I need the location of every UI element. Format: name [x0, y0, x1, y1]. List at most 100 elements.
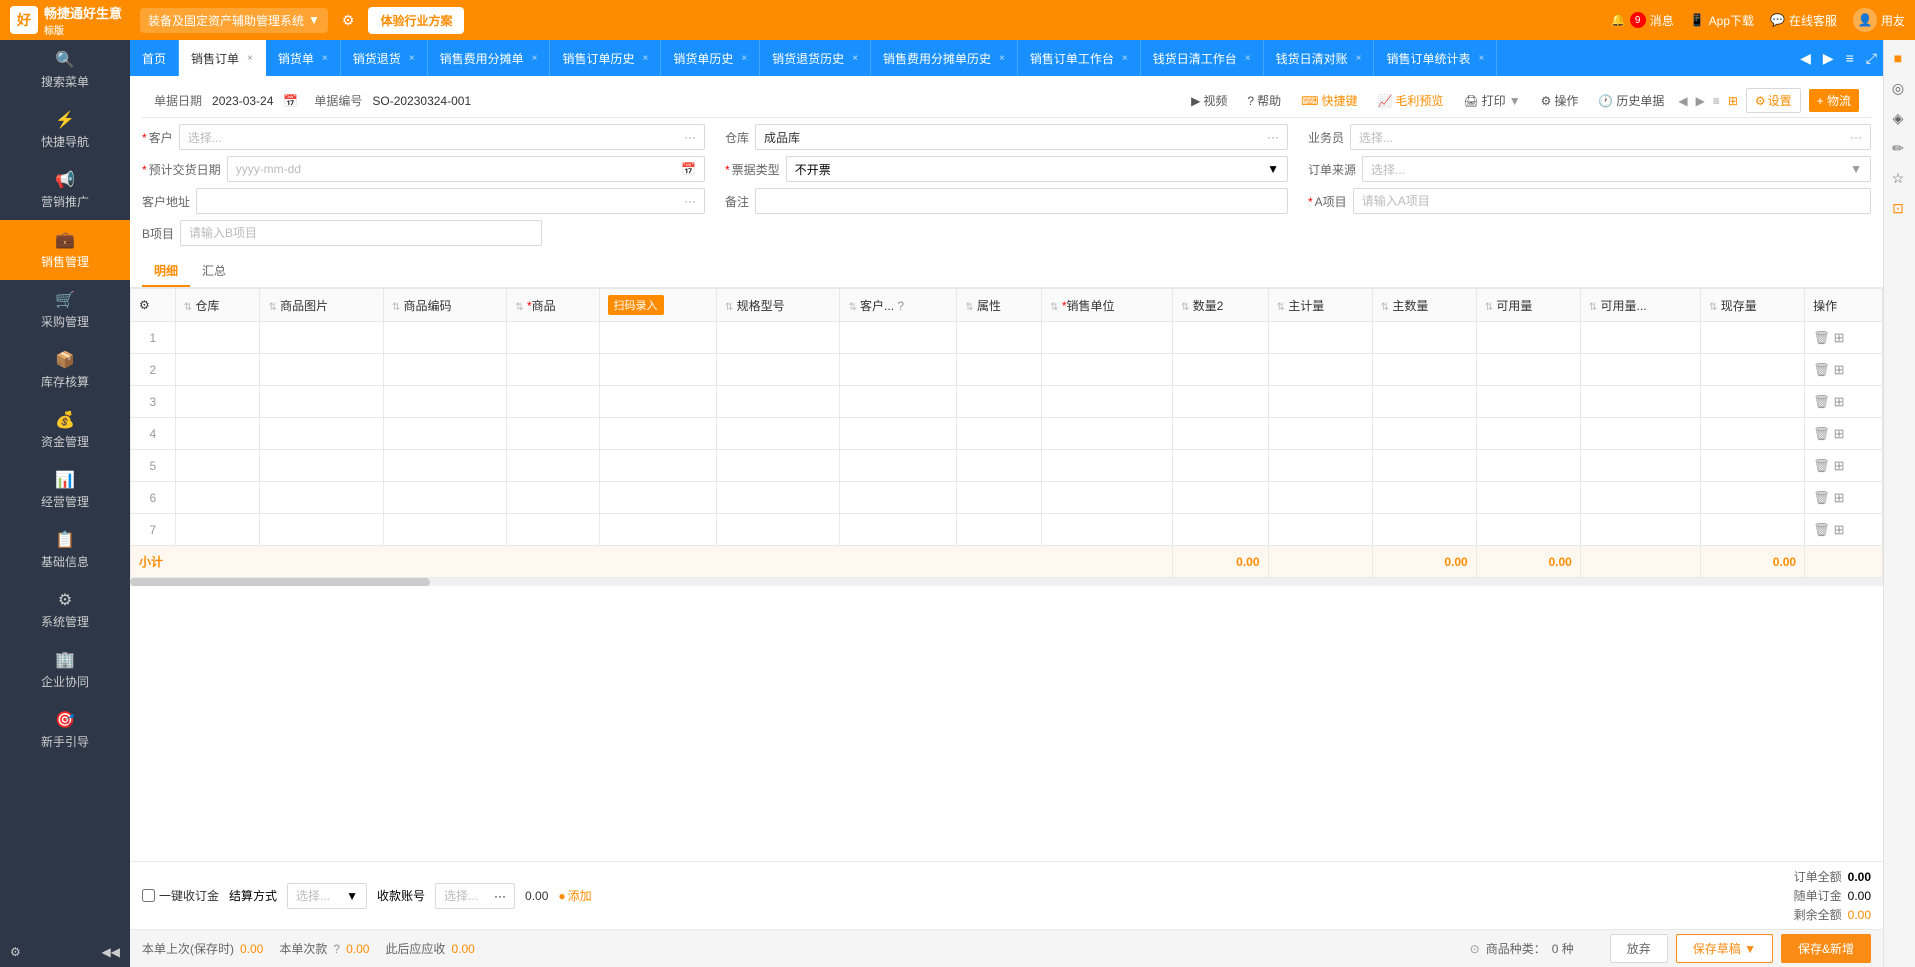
row-delete-icon[interactable]: 🗑 [1813, 522, 1830, 538]
tab-daily-clear[interactable]: 钱货日清工作台 × [1141, 40, 1264, 76]
app-download-item[interactable]: 📱 App下载 [1690, 12, 1754, 29]
tab-sales-return[interactable]: 销货退货 × [341, 40, 428, 76]
tab-return-history[interactable]: 销货退货历史 × [760, 40, 871, 76]
secondary-help-icon[interactable]: ? [333, 942, 340, 956]
one-click-deposit-checkbox[interactable]: 一键收订金 [142, 887, 219, 904]
row-copy-icon[interactable]: ⊞ [1834, 330, 1845, 346]
tab-sales-order[interactable]: 销售订单 × [179, 40, 266, 76]
sidebar-collapse-icon[interactable]: ◀◀ [102, 945, 120, 959]
invoice-select[interactable]: 不开票 ▼ [786, 156, 1288, 182]
notes-input[interactable] [755, 188, 1288, 214]
row-copy-icon[interactable]: ⊞ [1834, 426, 1845, 442]
help-customer-icon[interactable]: ? [897, 299, 904, 313]
tab-close-sales-expense[interactable]: × [532, 53, 538, 64]
row-copy-icon[interactable]: ⊞ [1834, 522, 1845, 538]
tab-close-sales-order-history[interactable]: × [642, 53, 648, 64]
sidebar-item-enterprise[interactable]: 🏢 企业协同 [0, 640, 130, 700]
tab-expense-history[interactable]: 销售费用分摊单历史 × [871, 40, 1018, 76]
delivery-input[interactable]: yyyy-mm-dd 📅 [227, 156, 705, 182]
online-service-item[interactable]: 💬 在线客服 [1770, 12, 1837, 29]
right-panel-btn-6[interactable]: ⊡ [1884, 194, 1912, 222]
sidebar-item-search[interactable]: 🔍 搜索菜单 [0, 40, 130, 100]
col-settings[interactable]: ⚙ [131, 289, 176, 322]
sidebar-item-quick-nav[interactable]: ⚡ 快捷导航 [0, 100, 130, 160]
warehouse-dots-icon[interactable]: ··· [1267, 130, 1279, 144]
account-select[interactable]: 选择... ··· [435, 883, 515, 909]
sidebar-item-marketing[interactable]: 📢 营销推广 [0, 160, 130, 220]
sort-icon-available[interactable]: ⇅ [1485, 302, 1493, 313]
user-item[interactable]: 👤 用友 [1853, 8, 1905, 32]
address-dots-icon[interactable]: ··· [684, 194, 696, 208]
product-count-icon[interactable]: ⊙ [1470, 942, 1480, 956]
tab-sales-bill[interactable]: 销货单 × [266, 40, 341, 76]
right-panel-btn-1[interactable]: ■ [1884, 44, 1912, 72]
scrollbar-track[interactable] [130, 578, 1883, 586]
system-title[interactable]: 装备及固定资产辅助管理系统 ▼ [140, 8, 328, 33]
tab-sales-expense[interactable]: 销售费用分摊单 × [428, 40, 551, 76]
sort-icon-current-stock[interactable]: ⇅ [1709, 302, 1717, 313]
row-delete-icon[interactable]: 🗑 [1813, 394, 1830, 410]
account-dots-icon[interactable]: ··· [494, 889, 506, 903]
add-material-button[interactable]: + 物流 [1809, 89, 1859, 112]
sort-icon-product-code[interactable]: ⇅ [392, 302, 400, 313]
tab-close-order-workbench[interactable]: × [1122, 53, 1128, 64]
row-delete-icon[interactable]: 🗑 [1813, 330, 1830, 346]
profit-btn[interactable]: 📈 毛利预览 [1371, 89, 1449, 112]
table-tab-summary[interactable]: 汇总 [190, 256, 238, 287]
sidebar-item-system[interactable]: ⚙ 系统管理 [0, 580, 130, 640]
scrollbar-thumb[interactable] [130, 578, 430, 586]
sort-icon-customer-code[interactable]: ⇅ [848, 302, 856, 313]
settlement-select[interactable]: 选择... ▼ [287, 883, 367, 909]
tab-next-btn[interactable]: ▶ [1817, 40, 1840, 76]
tab-close-reconcile[interactable]: × [1356, 53, 1362, 64]
add-payment-btn[interactable]: ● 添加 [558, 887, 591, 904]
tab-sales-bill-history[interactable]: 销货单历史 × [661, 40, 760, 76]
row-delete-icon[interactable]: 🗑 [1813, 490, 1830, 506]
tab-prev-btn[interactable]: ◀ [1794, 40, 1817, 76]
order-source-input[interactable]: 选择... ▼ [1362, 156, 1871, 182]
sort-icon-product[interactable]: ⇅ [515, 302, 523, 313]
right-panel-btn-5[interactable]: ☆ [1884, 164, 1912, 192]
b-project-input[interactable]: 请输入B项目 [180, 220, 542, 246]
save-new-button[interactable]: 保存&新增 [1781, 934, 1871, 963]
row-copy-icon[interactable]: ⊞ [1834, 458, 1845, 474]
scan-button[interactable]: 扫码录入 [608, 295, 664, 315]
calendar-icon[interactable]: 📅 [283, 94, 298, 108]
one-click-deposit-input[interactable] [142, 889, 155, 902]
sort-icon-qty2[interactable]: ⇅ [1181, 302, 1189, 313]
shortcut-btn[interactable]: ⌨ 快捷键 [1295, 89, 1363, 112]
sort-icon-attributes[interactable]: ⇅ [965, 302, 973, 313]
save-draft-button[interactable]: 保存草稿 ▼ [1676, 934, 1773, 963]
row-copy-icon[interactable]: ⊞ [1834, 362, 1845, 378]
sort-icon-main-qty[interactable]: ⇅ [1381, 302, 1389, 313]
sidebar-item-finance[interactable]: 💰 资金管理 [0, 400, 130, 460]
sidebar-item-sales[interactable]: 💼 销售管理 [0, 220, 130, 280]
sort-icon-available2[interactable]: ⇅ [1589, 302, 1597, 313]
sort-icon-sales-unit[interactable]: ⇅ [1050, 302, 1058, 313]
row-copy-icon[interactable]: ⊞ [1834, 394, 1845, 410]
table-settings-icon[interactable]: ⚙ [139, 298, 150, 312]
warehouse-input[interactable]: 成品库 ··· [755, 124, 1288, 150]
row-delete-icon[interactable]: 🗑 [1813, 458, 1830, 474]
sort-icon-main-unit[interactable]: ⇅ [1277, 302, 1285, 313]
history-btn[interactable]: 🕐 历史单据 [1592, 89, 1670, 112]
form-nav-next[interactable]: ▶ [1696, 94, 1705, 108]
sidebar-item-operations[interactable]: 📊 经营管理 [0, 460, 130, 520]
view-toggle-grid[interactable]: ⊞ [1728, 94, 1738, 108]
sort-icon-warehouse[interactable]: ⇅ [184, 302, 192, 313]
tab-close-daily-clear[interactable]: × [1245, 53, 1251, 64]
a-project-input[interactable]: 请输入A项目 [1353, 188, 1871, 214]
settings-button[interactable]: ⚙ 设置 [1746, 88, 1801, 113]
tab-home[interactable]: 首页 [130, 40, 179, 76]
form-nav-prev[interactable]: ◀ [1678, 94, 1687, 108]
tab-close-sales-return[interactable]: × [409, 53, 415, 64]
sidebar-settings-icon[interactable]: ⚙ [10, 945, 21, 959]
sort-icon-spec[interactable]: ⇅ [725, 302, 733, 313]
sidebar-item-purchase[interactable]: 🛒 采购管理 [0, 280, 130, 340]
sidebar-item-guide[interactable]: 🎯 新手引导 [0, 700, 130, 760]
tab-close-expense-history[interactable]: × [999, 53, 1005, 64]
operations-btn[interactable]: ⚙ 操作 [1535, 89, 1585, 112]
sidebar-item-inventory[interactable]: 📦 库存核算 [0, 340, 130, 400]
message-item[interactable]: 🔔 9 消息 [1611, 12, 1674, 29]
row-copy-icon[interactable]: ⊞ [1834, 490, 1845, 506]
